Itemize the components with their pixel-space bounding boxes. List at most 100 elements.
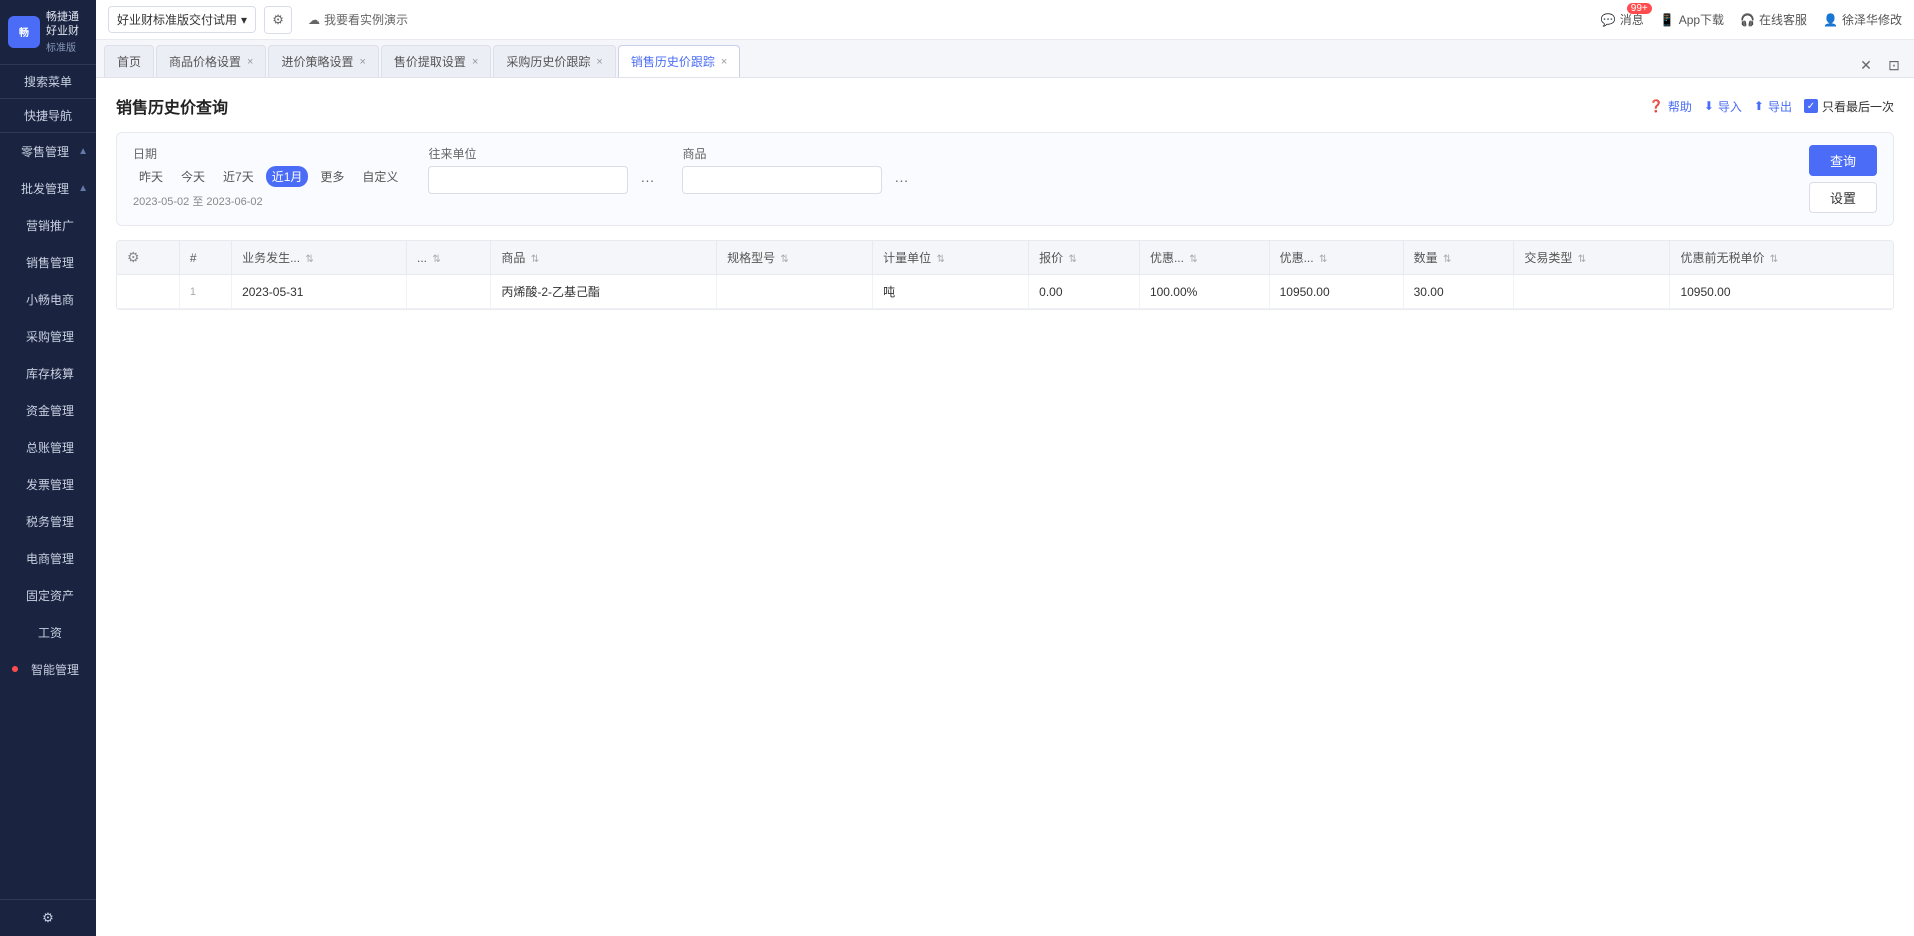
tab-close-icon-4[interactable]: × (596, 56, 602, 68)
th-pretax-price[interactable]: 优惠前无税单价 ⇅ (1670, 241, 1893, 275)
th-discount-amt[interactable]: 优惠... ⇅ (1269, 241, 1403, 275)
table-cell-0-5 (717, 275, 873, 309)
tab-3[interactable]: 售价提取设置 × (381, 45, 491, 77)
sidebar-logo: 畅 畅捷通好业财 标准版 (0, 0, 96, 65)
date-option-0[interactable]: 昨天 (133, 166, 169, 187)
sidebar-item-11[interactable]: 电商管理 (0, 540, 96, 577)
date-option-3[interactable]: 近1月 (266, 166, 309, 187)
page-actions: ❓ 帮助 ⬇ 导入 ⬆ 导出 ✓ 只看最后一次 (1649, 98, 1894, 115)
app-download-button[interactable]: 📱 App下载 (1660, 11, 1724, 28)
sidebar-item-7[interactable]: 资金管理 (0, 392, 96, 429)
th-discount-pct[interactable]: 优惠... ⇅ (1139, 241, 1269, 275)
date-option-5[interactable]: 自定义 (356, 166, 404, 187)
tab-1[interactable]: 商品价格设置 × (156, 45, 266, 77)
date-filter-group: 日期 昨天今天近7天近1月更多自定义 2023-05-02 至 2023-06-… (133, 145, 404, 209)
gear-icon: ⚙ (272, 12, 284, 28)
page-title-row: 销售历史价查询 ❓ 帮助 ⬇ 导入 ⬆ 导出 ✓ 只看最后一次 (116, 94, 1894, 118)
table-body: 12023-05-31丙烯酸-2-乙基己酯吨0.00100.00%10950.0… (117, 275, 1893, 309)
date-option-1[interactable]: 今天 (175, 166, 211, 187)
import-button[interactable]: ⬇ 导入 (1704, 98, 1742, 115)
close-tab-button[interactable]: ✕ (1854, 53, 1878, 77)
sidebar-item-6[interactable]: 库存核算 (0, 355, 96, 392)
history-price-table: ⚙ # 业务发生... ⇅ ... ⇅ 商品 ⇅ 规格型号 ⇅ 计量单位 ⇅ 报… (117, 241, 1893, 309)
goods-input[interactable] (682, 166, 882, 194)
settings-button[interactable]: 设置 (1809, 182, 1877, 213)
table-cell-0-9: 10950.00 (1269, 275, 1403, 309)
source-input[interactable] (428, 166, 628, 194)
source-filter-group: 往来单位 ··· (428, 145, 658, 194)
tab-2[interactable]: 进价策略设置× (268, 45, 378, 77)
username-label: 徐泽华修改 (1842, 11, 1902, 28)
goods-more-button[interactable]: ··· (890, 170, 912, 190)
sidebar-quick-nav[interactable]: 快捷导航 (0, 99, 96, 133)
checkbox-checked-icon: ✓ (1804, 99, 1818, 113)
goods-filter-group: 商品 ··· (682, 145, 912, 194)
tab-4[interactable]: 采购历史价跟踪 × (493, 45, 615, 77)
tab-5[interactable]: 销售历史价跟踪 × (618, 45, 740, 77)
query-button[interactable]: 查询 (1809, 145, 1877, 176)
export-button[interactable]: ⬆ 导出 (1754, 98, 1792, 115)
date-filter-label: 日期 (133, 145, 404, 162)
demo-link[interactable]: ☁ 我要看实例演示 (308, 11, 408, 28)
th-date[interactable]: 业务发生... ⇅ (232, 241, 407, 275)
tab-close-icon-2[interactable]: × (359, 56, 365, 68)
tab-label-4: 采购历史价跟踪 (506, 53, 590, 70)
tabbar: 首页商品价格设置×进价策略设置×售价提取设置×采购历史价跟踪×销售历史价跟踪× … (96, 40, 1914, 78)
th-spec[interactable]: 规格型号 ⇅ (717, 241, 873, 275)
tab-label-1: 商品价格设置 (169, 53, 241, 70)
th-price[interactable]: 报价 ⇅ (1029, 241, 1140, 275)
sidebar-item-14[interactable]: 智能管理 (0, 651, 96, 688)
table-row[interactable]: 12023-05-31丙烯酸-2-乙基己酯吨0.00100.00%10950.0… (117, 275, 1893, 309)
sidebar-item-4[interactable]: 小畅电商 (0, 281, 96, 318)
user-profile-button[interactable]: 👤 徐泽华修改 (1823, 11, 1902, 28)
th-gear[interactable]: ⚙ (117, 241, 179, 275)
help-button[interactable]: ❓ 帮助 (1649, 98, 1692, 115)
app-name: 畅捷通好业财 (46, 10, 88, 39)
sidebar-item-12[interactable]: 固定资产 (0, 577, 96, 614)
sidebar-item-8[interactable]: 总账管理 (0, 429, 96, 466)
tab-close-icon-1[interactable]: × (247, 56, 253, 68)
sidebar-search[interactable]: 搜索菜单 (0, 65, 96, 99)
sidebar-item-5[interactable]: 采购管理 (0, 318, 96, 355)
sidebar-item-10[interactable]: 税务管理 (0, 503, 96, 540)
sidebar-item-2[interactable]: 营销推广 (0, 207, 96, 244)
th-goods[interactable]: 商品 ⇅ (491, 241, 717, 275)
sidebar-bottom[interactable]: ⚙ (0, 899, 96, 936)
sidebar-item-13[interactable]: 工资 (0, 614, 96, 651)
table-cell-0-8: 100.00% (1139, 275, 1269, 309)
sidebar-item-1[interactable]: 批发管理▲ (0, 170, 96, 207)
th-more[interactable]: ... ⇅ (406, 241, 490, 275)
version-dropdown[interactable]: 好业财标准版交付试用 ▾ (108, 6, 256, 33)
app-version: 标准版 (46, 39, 88, 54)
th-qty[interactable]: 数量 ⇅ (1403, 241, 1514, 275)
tab-close-icon-3[interactable]: × (472, 56, 478, 68)
topbar-settings-button[interactable]: ⚙ (264, 6, 292, 34)
source-more-button[interactable]: ··· (636, 170, 658, 190)
tab-label-3: 售价提取设置 (394, 53, 466, 70)
table-cell-0-0 (117, 275, 179, 309)
maximize-button[interactable]: ⊡ (1882, 53, 1906, 77)
table-cell-0-1: 1 (179, 275, 231, 309)
message-icon: 💬 (1601, 13, 1616, 27)
online-service-button[interactable]: 🎧 在线客服 (1740, 11, 1807, 28)
date-option-4[interactable]: 更多 (314, 166, 350, 187)
tab-0[interactable]: 首页 (104, 45, 154, 77)
sidebar-item-3[interactable]: 销售管理 (0, 244, 96, 281)
goods-filter-label: 商品 (682, 145, 912, 162)
th-trade-type[interactable]: 交易类型 ⇅ (1514, 241, 1670, 275)
table-container: ⚙ # 业务发生... ⇅ ... ⇅ 商品 ⇅ 规格型号 ⇅ 计量单位 ⇅ 报… (116, 240, 1894, 310)
tab-close-icon-5[interactable]: × (721, 56, 727, 68)
import-icon: ⬇ (1704, 99, 1714, 113)
sidebar-item-0[interactable]: 零售管理▲ (0, 133, 96, 170)
tab-list: 首页商品价格设置×进价策略设置×售价提取设置×采购历史价跟踪×销售历史价跟踪× (104, 45, 740, 77)
date-option-2[interactable]: 近7天 (217, 166, 260, 187)
only-last-checkbox[interactable]: ✓ 只看最后一次 (1804, 98, 1894, 115)
tab-label-5: 销售历史价跟踪 (631, 53, 715, 70)
table-cell-0-3 (406, 275, 490, 309)
th-unit[interactable]: 计量单位 ⇅ (873, 241, 1029, 275)
sidebar-item-9[interactable]: 发票管理 (0, 466, 96, 503)
message-button[interactable]: 💬 消息 99+ (1601, 11, 1644, 28)
table-cell-0-6: 吨 (873, 275, 1029, 309)
sidebar-nav-label-3: 销售管理 (12, 254, 88, 271)
table-cell-0-4: 丙烯酸-2-乙基己酯 (491, 275, 717, 309)
